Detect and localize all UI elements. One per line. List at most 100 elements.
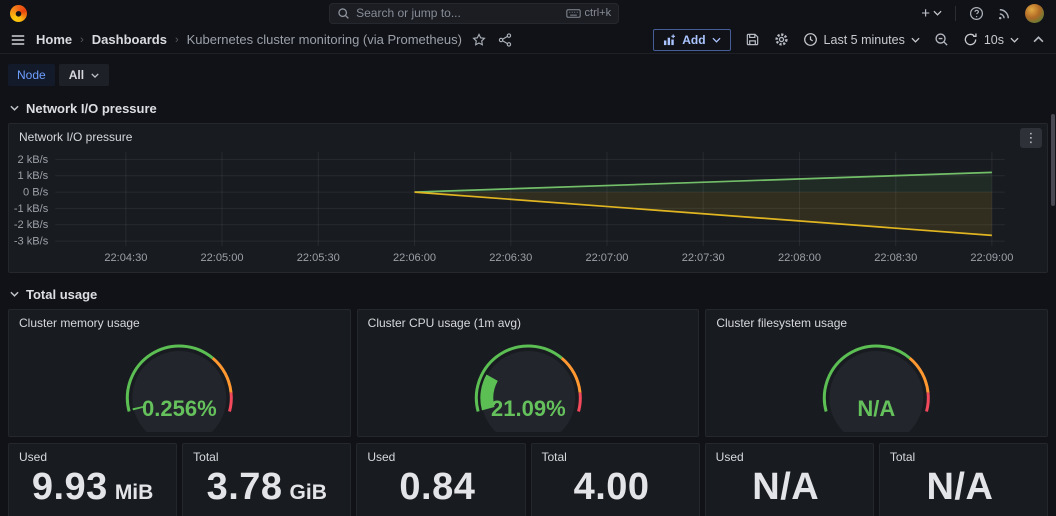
section-total-usage[interactable]: Total usage bbox=[10, 283, 1048, 305]
svg-text:22:07:30: 22:07:30 bbox=[682, 252, 725, 264]
svg-text:-3 kB/s: -3 kB/s bbox=[14, 236, 49, 248]
svg-text:N/A: N/A bbox=[858, 396, 896, 421]
search-icon bbox=[338, 7, 349, 19]
svg-text:22:08:30: 22:08:30 bbox=[874, 252, 917, 264]
breadcrumb-current: Kubernetes cluster monitoring (via Prome… bbox=[186, 32, 462, 47]
panel-title[interactable]: Used bbox=[706, 444, 873, 466]
gauge-panel-memory: Cluster memory usage 0.256% bbox=[8, 309, 351, 437]
memory-gauge: 0.256% bbox=[125, 344, 233, 432]
section-network-io[interactable]: Network I/O pressure bbox=[10, 97, 1048, 119]
add-button[interactable]: Add bbox=[653, 28, 731, 51]
refresh-picker[interactable]: 10s bbox=[963, 32, 1019, 47]
share-icon[interactable] bbox=[498, 32, 512, 47]
stat-value: 4.00 bbox=[573, 466, 650, 508]
stat-panel-fs-used: Used N/A bbox=[704, 443, 874, 516]
stat-panel-cpu-total: Total 4.00 bbox=[530, 443, 700, 516]
chevron-down-icon bbox=[911, 37, 920, 43]
svg-text:22:06:00: 22:06:00 bbox=[393, 252, 436, 264]
chevron-down-icon bbox=[933, 10, 942, 16]
panel-title[interactable]: Used bbox=[9, 444, 176, 466]
refresh-icon bbox=[964, 33, 977, 46]
help-icon[interactable] bbox=[969, 6, 984, 21]
svg-text:21.09%: 21.09% bbox=[491, 396, 566, 421]
svg-text:22:04:30: 22:04:30 bbox=[104, 252, 147, 264]
panel-title[interactable]: Used bbox=[357, 444, 524, 466]
chevron-down-icon bbox=[91, 72, 99, 78]
svg-text:22:06:30: 22:06:30 bbox=[489, 252, 532, 264]
network-io-panel: Network I/O pressure ⋮ 2 kB/s 1 kB/s 0 B/s… bbox=[8, 123, 1048, 273]
kebab-icon[interactable]: ⋮ bbox=[1020, 128, 1042, 148]
panel-title[interactable]: Cluster CPU usage (1m avg) bbox=[358, 310, 699, 332]
stat-panel-fs-total: Total N/A bbox=[878, 443, 1048, 516]
svg-text:1 kB/s: 1 kB/s bbox=[18, 170, 49, 182]
new-menu-button[interactable]: + bbox=[921, 5, 942, 22]
keyboard-icon bbox=[565, 8, 581, 18]
chevron-down-icon bbox=[10, 105, 19, 111]
clock-icon bbox=[803, 33, 817, 46]
stat-panel-cpu-used: Used 0.84 bbox=[356, 443, 526, 516]
time-range-picker[interactable]: Last 5 minutes bbox=[803, 32, 920, 47]
cpu-gauge: 21.09% bbox=[474, 344, 582, 432]
panel-title[interactable]: Cluster filesystem usage bbox=[706, 310, 1047, 332]
scrollbar-thumb[interactable] bbox=[1051, 114, 1055, 206]
variable-node-value: All bbox=[68, 68, 85, 82]
stat-panel-memory-total: Total 3.78 GiB bbox=[182, 443, 352, 516]
chevron-down-icon bbox=[10, 291, 19, 297]
stat-value: 0.84 bbox=[399, 466, 476, 508]
breadcrumb-separator: › bbox=[174, 33, 179, 46]
panel-title[interactable]: Network I/O pressure bbox=[9, 124, 1047, 146]
svg-text:-2 kB/s: -2 kB/s bbox=[14, 219, 49, 231]
stat-unit: MiB bbox=[114, 481, 154, 504]
stat-value: 3.78 bbox=[206, 466, 283, 508]
filesystem-gauge: N/A bbox=[823, 344, 931, 432]
network-io-chart[interactable]: 2 kB/s 1 kB/s 0 B/s -1 kB/s -2 kB/s -3 kB/s 22… bbox=[9, 146, 1047, 266]
variable-node-label: Node bbox=[8, 64, 55, 86]
dashboard-canvas: Node All Network I/O pressure Network I/… bbox=[0, 54, 1056, 516]
add-button-label: Add bbox=[682, 32, 706, 47]
save-icon[interactable] bbox=[745, 32, 760, 47]
news-icon[interactable] bbox=[997, 6, 1012, 21]
variable-node-dropdown[interactable]: All bbox=[58, 64, 110, 86]
star-icon[interactable] bbox=[472, 32, 486, 47]
nav-toolbar-row: Home › Dashboards › Kubernetes cluster m… bbox=[0, 26, 1056, 54]
section-title: Network I/O pressure bbox=[26, 100, 157, 116]
search-box[interactable]: ctrl+k bbox=[329, 2, 620, 24]
shortcut-label: ctrl+k bbox=[584, 7, 612, 19]
refresh-interval-label: 10s bbox=[983, 32, 1004, 47]
time-range-label: Last 5 minutes bbox=[823, 32, 905, 47]
settings-icon[interactable] bbox=[774, 32, 789, 47]
plus-icon: + bbox=[921, 4, 930, 22]
user-avatar[interactable] bbox=[1025, 3, 1044, 23]
divider bbox=[955, 5, 956, 21]
stat-value: 9.93 bbox=[31, 466, 108, 508]
svg-text:22:05:30: 22:05:30 bbox=[297, 252, 340, 264]
grafana-logo-icon[interactable] bbox=[10, 4, 27, 22]
menu-icon[interactable] bbox=[10, 32, 26, 48]
top-bar: ctrl+k + bbox=[0, 0, 1056, 26]
chevron-down-icon bbox=[712, 37, 721, 43]
stat-value: N/A bbox=[926, 466, 994, 508]
panel-title[interactable]: Total bbox=[183, 444, 350, 466]
breadcrumb-dashboards[interactable]: Dashboards bbox=[92, 32, 167, 47]
search-input[interactable] bbox=[356, 6, 560, 20]
zoom-out-icon[interactable] bbox=[934, 32, 949, 47]
svg-text:22:09:00: 22:09:00 bbox=[970, 252, 1013, 264]
stat-panel-memory-used: Used 9.93 MiB bbox=[8, 443, 178, 516]
stat-value: N/A bbox=[752, 466, 820, 508]
chevron-up-icon[interactable] bbox=[1033, 36, 1044, 43]
panel-title[interactable]: Total bbox=[880, 444, 1047, 466]
svg-text:22:07:00: 22:07:00 bbox=[585, 252, 628, 264]
breadcrumb-separator: › bbox=[80, 33, 84, 46]
breadcrumb: Home › Dashboards › Kubernetes cluster m… bbox=[36, 32, 462, 47]
panel-title[interactable]: Total bbox=[532, 444, 699, 466]
svg-text:2 kB/s: 2 kB/s bbox=[18, 154, 49, 166]
gauge-panel-cpu: Cluster CPU usage (1m avg) 21.09% bbox=[356, 309, 700, 437]
stat-unit: GiB bbox=[289, 481, 327, 504]
svg-text:22:05:00: 22:05:00 bbox=[201, 252, 244, 264]
svg-text:0 B/s: 0 B/s bbox=[23, 187, 49, 199]
breadcrumb-home[interactable]: Home bbox=[36, 32, 72, 47]
panel-title[interactable]: Cluster memory usage bbox=[9, 310, 350, 332]
svg-text:-1 kB/s: -1 kB/s bbox=[14, 203, 49, 215]
keyboard-shortcut: ctrl+k bbox=[565, 7, 612, 19]
svg-text:0.256%: 0.256% bbox=[142, 396, 217, 421]
